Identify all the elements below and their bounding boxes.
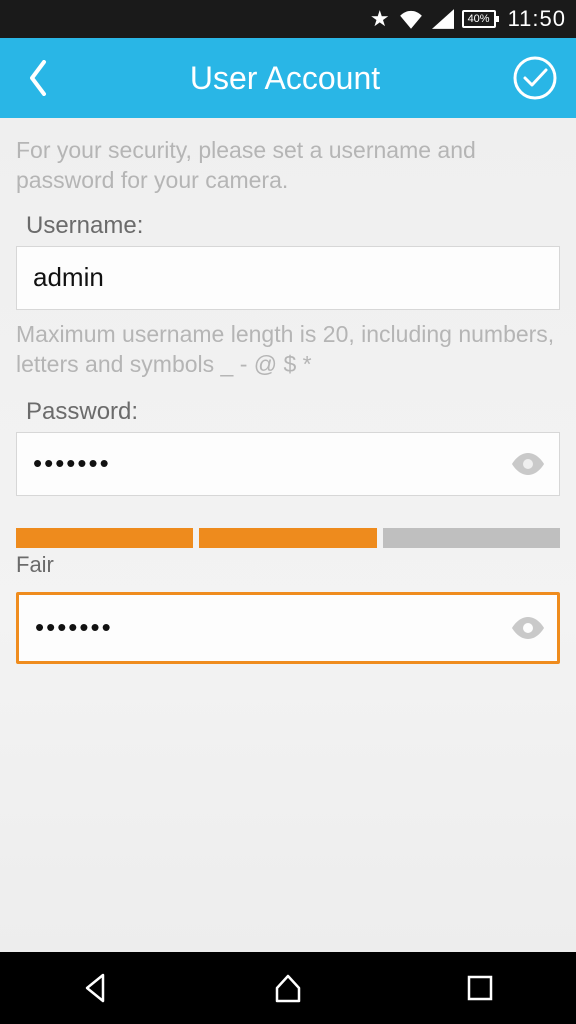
- password-input[interactable]: [16, 432, 560, 496]
- app-header: User Account: [0, 38, 576, 118]
- page-title: User Account: [190, 60, 380, 97]
- password-strength-meter: [16, 528, 560, 548]
- username-label: Username:: [26, 212, 560, 240]
- clock: 11:50: [508, 6, 566, 32]
- android-nav-bar: [0, 952, 576, 1024]
- nav-recents-button[interactable]: [450, 964, 510, 1012]
- strength-seg-1: [16, 528, 193, 548]
- confirm-password-input[interactable]: [16, 592, 560, 664]
- back-button[interactable]: [18, 58, 58, 98]
- nav-back-button[interactable]: [66, 964, 126, 1012]
- intro-text: For your security, please set a username…: [16, 136, 560, 196]
- status-bar: ★ 40% 11:50: [0, 0, 576, 38]
- toggle-confirm-visibility[interactable]: [508, 608, 548, 648]
- content-area: For your security, please set a username…: [0, 118, 576, 952]
- password-label: Password:: [26, 398, 560, 426]
- strength-seg-3: [383, 528, 560, 548]
- signal-icon: [432, 9, 454, 29]
- battery-percent: 40%: [468, 14, 490, 25]
- strength-seg-2: [199, 528, 376, 548]
- battery-indicator: 40%: [462, 10, 496, 28]
- nav-home-button[interactable]: [258, 964, 318, 1012]
- wifi-icon: [398, 9, 424, 29]
- confirm-button[interactable]: [512, 55, 558, 101]
- username-hint: Maximum username length is 20, including…: [16, 320, 560, 380]
- password-field-wrap: [16, 432, 560, 496]
- username-input[interactable]: [16, 246, 560, 310]
- star-icon: ★: [370, 6, 390, 32]
- password-strength-label: Fair: [16, 552, 560, 578]
- confirm-password-wrap: [16, 592, 560, 664]
- toggle-password-visibility[interactable]: [508, 444, 548, 484]
